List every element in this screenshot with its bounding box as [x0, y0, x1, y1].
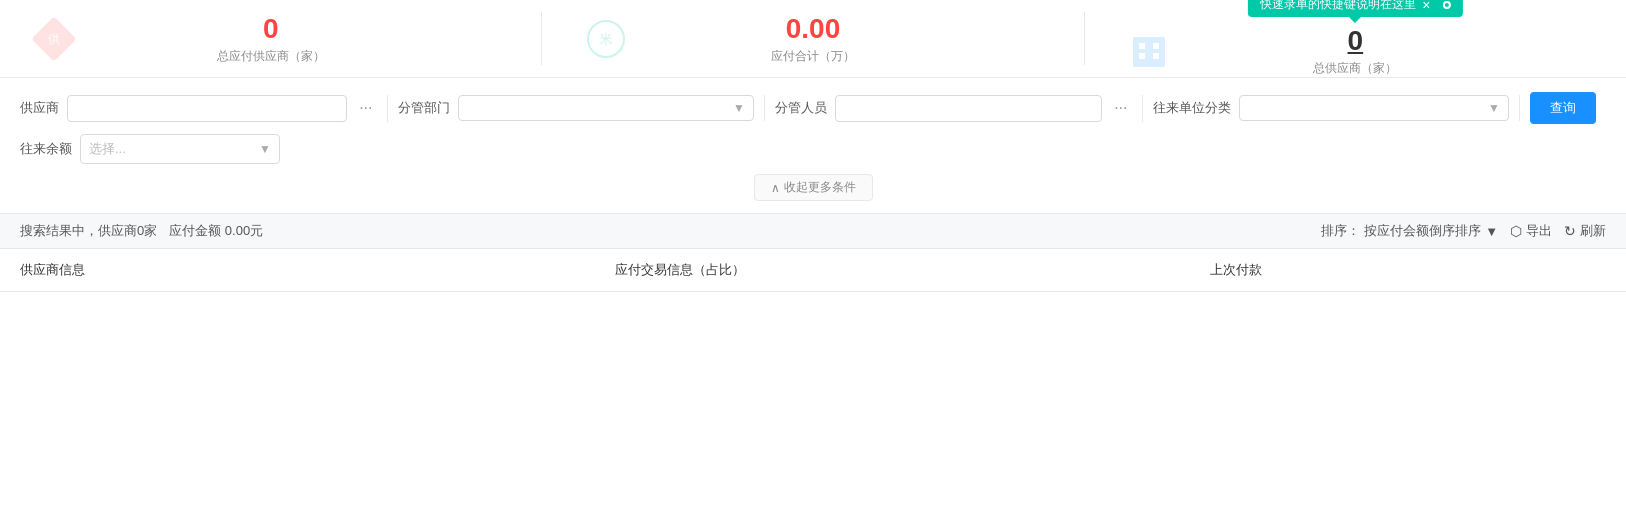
sort-arrow-icon: ▼ [1485, 224, 1498, 239]
svg-rect-7 [1139, 53, 1145, 59]
cat-icon: 米 [582, 15, 630, 63]
refresh-button[interactable]: ↻ 刷新 [1564, 222, 1606, 240]
stat-payable-value: 0 [263, 12, 279, 46]
table-header: 供应商信息 应付交易信息（占比） 上次付款 [0, 249, 1626, 292]
refresh-icon: ↻ [1564, 223, 1576, 239]
person-label: 分管人员 [775, 99, 827, 117]
export-label: 导出 [1526, 222, 1552, 240]
stat-total-label: 应付合计（万） [771, 48, 855, 65]
building-icon [1125, 27, 1173, 75]
stat-suppliers-label: 总供应商（家） [1313, 60, 1397, 77]
sort-button[interactable]: 排序： 按应付会额倒序排序 ▼ [1321, 222, 1498, 240]
stat-payable-label: 总应付供应商（家） [217, 48, 325, 65]
table-col-supplier-info: 供应商信息 [20, 261, 615, 279]
table-col-transaction: 应付交易信息（占比） [615, 261, 1210, 279]
search-button-wrapper: 查询 [1520, 92, 1606, 124]
table-section: 供应商信息 应付交易信息（占比） 上次付款 [0, 249, 1626, 515]
amount-text: 应付金额 0.00元 [169, 222, 263, 240]
search-result-text: 搜索结果中，供应商0家 [20, 222, 157, 240]
table-empty-state [0, 292, 1626, 515]
refresh-label: 刷新 [1580, 222, 1606, 240]
filter-department: 分管部门 ▼ [388, 95, 766, 121]
svg-text:供: 供 [48, 32, 60, 46]
svg-rect-6 [1153, 43, 1159, 49]
svg-rect-4 [1133, 37, 1165, 67]
balance-select[interactable]: 选择... ▼ [80, 134, 280, 164]
collapse-wrapper: ∧ 收起更多条件 [20, 174, 1606, 201]
stat-total-payable-suppliers: 供 0 总应付供应商（家） [0, 12, 542, 65]
department-label: 分管部门 [398, 99, 450, 117]
balance-chevron: ▼ [259, 142, 271, 156]
filter-person: 分管人员 ··· [765, 95, 1143, 122]
tooltip-dot [1442, 1, 1450, 9]
stats-section: 供 0 总应付供应商（家） 米 0.00 应付合计（万） 快速录单的快捷键说明在… [0, 0, 1626, 78]
svg-rect-8 [1153, 53, 1159, 59]
results-left: 搜索结果中，供应商0家 应付金额 0.00元 [20, 222, 263, 240]
filter-balance: 往来余额 选择... ▼ [20, 134, 340, 164]
balance-placeholder: 选择... [89, 140, 126, 158]
person-dots-button[interactable]: ··· [1110, 99, 1131, 117]
supplier-dots-button[interactable]: ··· [355, 99, 376, 117]
filter-unit-category: 往来单位分类 ▼ [1143, 95, 1521, 121]
unit-category-label: 往来单位分类 [1153, 99, 1231, 117]
department-select[interactable]: ▼ [458, 95, 755, 121]
tooltip-bubble: 快速录单的快捷键说明在这里 × [1248, 0, 1462, 17]
table-col-last-payment: 上次付款 [1210, 261, 1607, 279]
tooltip-close-button[interactable]: × [1422, 0, 1430, 12]
collapse-label: 收起更多条件 [784, 179, 856, 196]
unit-category-chevron: ▼ [1488, 101, 1500, 115]
filter-section: 供应商 ··· 分管部门 ▼ 分管人员 ··· 往来单位分类 ▼ [0, 78, 1626, 214]
svg-rect-5 [1139, 43, 1145, 49]
filter-row-1: 供应商 ··· 分管部门 ▼ 分管人员 ··· 往来单位分类 ▼ [20, 92, 1606, 124]
collapse-icon: ∧ [771, 181, 780, 195]
results-bar: 搜索结果中，供应商0家 应付金额 0.00元 排序： 按应付会额倒序排序 ▼ ⬡… [0, 214, 1626, 249]
stat-payable-total: 米 0.00 应付合计（万） [542, 12, 1084, 65]
department-chevron: ▼ [733, 101, 745, 115]
unit-category-select[interactable]: ▼ [1239, 95, 1510, 121]
diamond-icon: 供 [30, 15, 78, 63]
export-button[interactable]: ⬡ 导出 [1510, 222, 1552, 240]
search-button[interactable]: 查询 [1530, 92, 1596, 124]
stat-suppliers-value: 0 [1348, 24, 1364, 58]
sort-value: 按应付会额倒序排序 [1364, 222, 1481, 240]
collapse-button[interactable]: ∧ 收起更多条件 [754, 174, 873, 201]
svg-text:米: 米 [599, 31, 613, 47]
stat-total-value: 0.00 [786, 12, 841, 46]
filter-supplier: 供应商 ··· [20, 95, 388, 122]
results-right: 排序： 按应付会额倒序排序 ▼ ⬡ 导出 ↻ 刷新 [1321, 222, 1606, 240]
person-input[interactable] [835, 95, 1102, 122]
balance-label: 往来余额 [20, 140, 72, 158]
supplier-input[interactable] [67, 95, 347, 122]
supplier-label: 供应商 [20, 99, 59, 117]
sort-label: 排序： [1321, 222, 1360, 240]
filter-row-2: 往来余额 选择... ▼ [20, 134, 1606, 164]
stat-total-suppliers: 快速录单的快捷键说明在这里 × 0 总供应商（家） [1085, 0, 1626, 77]
export-icon: ⬡ [1510, 223, 1522, 239]
tooltip-text: 快速录单的快捷键说明在这里 [1260, 0, 1416, 13]
